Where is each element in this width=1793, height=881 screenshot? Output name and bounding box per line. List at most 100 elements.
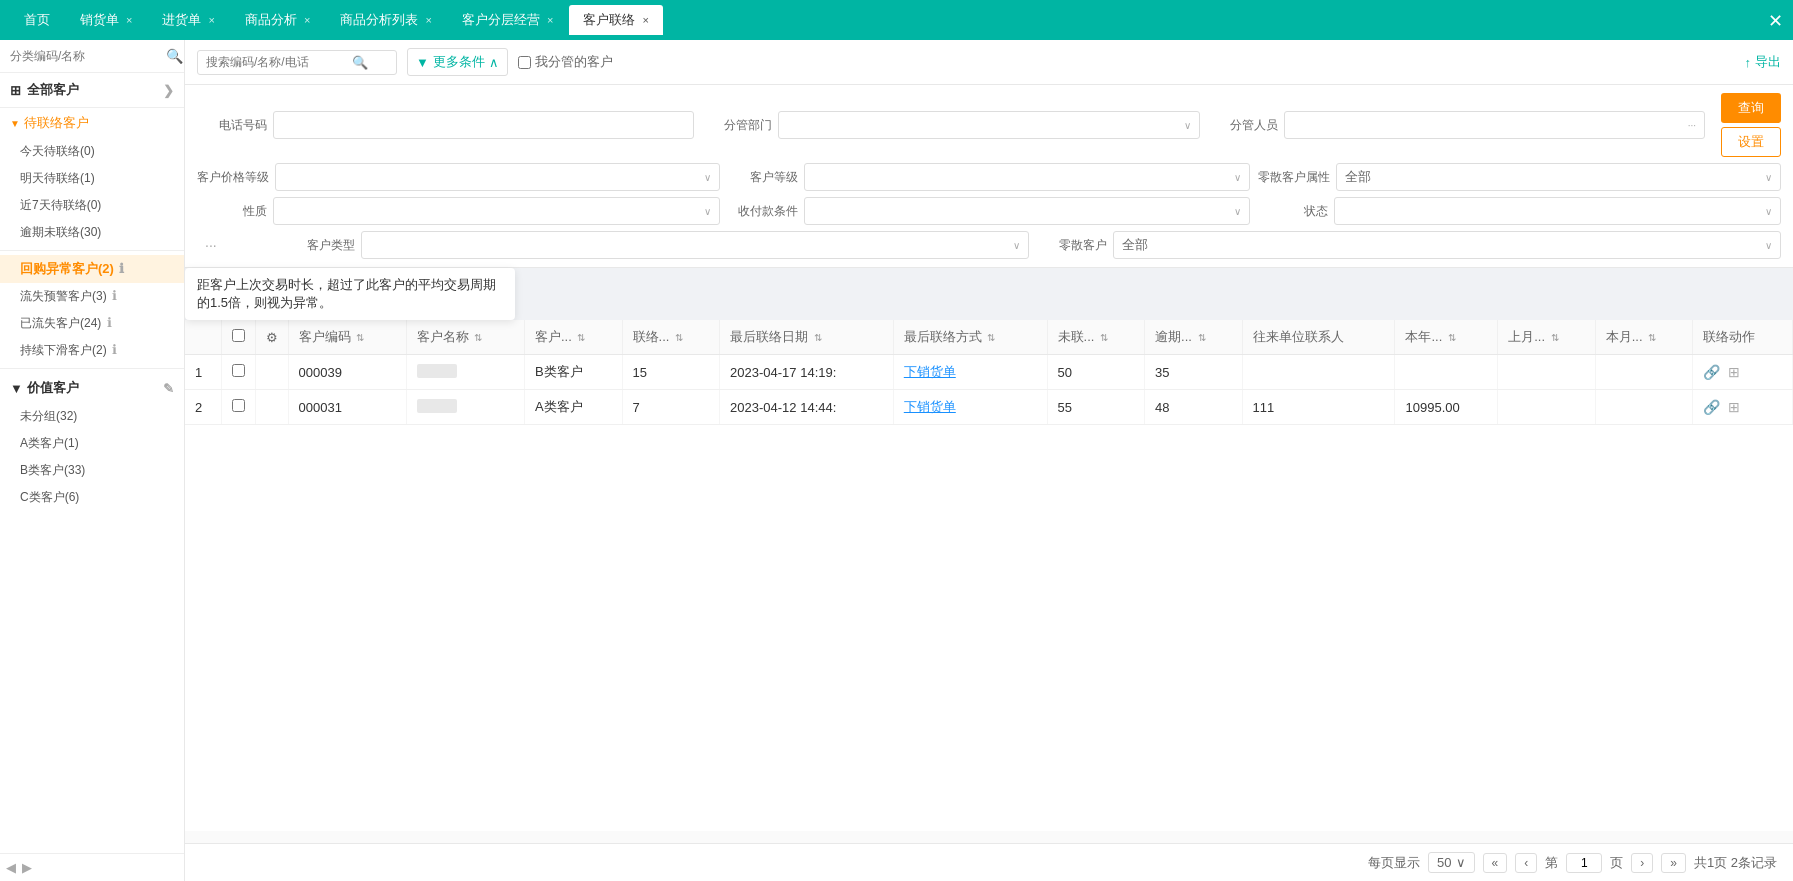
col-last-month-header: 上月... ⇅ xyxy=(1498,320,1596,355)
cell-contact: 7 xyxy=(622,390,720,425)
table-header-row: ⚙ 客户编码 ⇅ 客户名称 ⇅ 客户... ⇅ xyxy=(185,320,1793,355)
nav-item-商品分析[interactable]: 商品分析 × xyxy=(231,5,324,35)
sidebar-section-pending[interactable]: ▼ 待联络客户 xyxy=(0,108,184,138)
page-unit: 页 xyxy=(1610,854,1623,872)
select-all-checkbox[interactable] xyxy=(232,329,245,342)
sidebar-value-item[interactable]: A类客户(1) xyxy=(0,430,184,457)
retail-customer-select[interactable]: 全部 ∨ xyxy=(1113,231,1781,259)
sidebar-item-abnormal-repurchase[interactable]: 回购异常客户(2) ℹ xyxy=(0,255,184,283)
filter-dept: 分管部门 ∨ xyxy=(702,111,1199,139)
sidebar-value-item[interactable]: 未分组(32) xyxy=(0,403,184,430)
phone-input[interactable] xyxy=(273,111,694,139)
filter-status: 状态 ∨ xyxy=(1258,197,1781,225)
sidebar-pending-item[interactable]: 明天待联络(1) xyxy=(0,165,184,192)
col-index xyxy=(185,320,221,355)
nature-select[interactable]: ∨ xyxy=(273,197,720,225)
filter-icon: ▼ xyxy=(416,55,429,70)
table-row: 1000039B类客户152023-04-17 14:19:下销货单5035🔗⊞ xyxy=(185,355,1793,390)
nav-close-icon[interactable]: × xyxy=(639,14,648,26)
sidebar-search-input[interactable] xyxy=(10,49,160,63)
col-last-method-header: 最后联络方式 ⇅ xyxy=(893,320,1047,355)
sidebar-pending-item[interactable]: 逾期未联络(30) xyxy=(0,219,184,246)
last-method-link[interactable]: 下销货单 xyxy=(904,399,956,414)
sidebar-group-value-customers[interactable]: ▼ 价值客户 ✎ xyxy=(0,373,184,403)
value-customers-label: 价值客户 xyxy=(27,379,79,397)
action-link-icon[interactable]: 🔗 xyxy=(1703,364,1720,380)
sidebar-special-item[interactable]: 持续下滑客户(2) ℹ xyxy=(0,337,184,364)
nav-item-进货单[interactable]: 进货单 × xyxy=(148,5,228,35)
main-layout: 🔍 ⊞ 全部客户 ❯ ▼ 待联络客户 今天待联络(0)明天待联络(1)近7天待联… xyxy=(0,40,1793,881)
chevron-down-icon-6: ∨ xyxy=(1234,206,1241,217)
sidebar-special-item[interactable]: 已流失客户(24) ℹ xyxy=(0,310,184,337)
nav-close-icon[interactable]: × xyxy=(422,14,431,26)
query-button[interactable]: 查询 xyxy=(1721,93,1781,123)
col-settings[interactable]: ⚙ xyxy=(255,320,288,355)
set-button[interactable]: 设置 xyxy=(1721,127,1781,157)
total-label: 共1页 2条记录 xyxy=(1694,854,1777,872)
window-close-button[interactable]: ✕ xyxy=(1768,10,1783,32)
sidebar-special-item[interactable]: 流失预警客户(3) ℹ xyxy=(0,283,184,310)
page-number-input[interactable] xyxy=(1566,853,1602,873)
sidebar-pending-item[interactable]: 近7天待联络(0) xyxy=(0,192,184,219)
export-button[interactable]: ↑ 导出 xyxy=(1745,53,1782,71)
nav-close-icon[interactable]: × xyxy=(301,14,310,26)
sidebar-value-item[interactable]: C类客户(6) xyxy=(0,484,184,511)
my-customer-checkbox[interactable] xyxy=(518,56,531,69)
dept-select[interactable]: ∨ xyxy=(778,111,1199,139)
next-page-button[interactable]: › xyxy=(1631,853,1653,873)
status-select[interactable]: ∨ xyxy=(1334,197,1781,225)
my-customer-checkbox-wrap[interactable]: 我分管的客户 xyxy=(518,53,613,71)
more-options-button[interactable]: ··· xyxy=(197,233,225,257)
search-input[interactable] xyxy=(206,55,346,69)
cell-index: 2 xyxy=(185,390,221,425)
customer-type-select[interactable]: ∨ xyxy=(361,231,1029,259)
retail-attr-select[interactable]: 全部 ∨ xyxy=(1336,163,1781,191)
pending-items-list: 今天待联络(0)明天待联络(1)近7天待联络(0)逾期未联络(30) xyxy=(0,138,184,246)
more-conditions-button[interactable]: ▼ 更多条件 ∧ xyxy=(407,48,508,76)
prev-page-button[interactable]: ‹ xyxy=(1515,853,1537,873)
last-page-button[interactable]: » xyxy=(1661,853,1686,873)
expand-sidebar-icon[interactable]: ▶ xyxy=(22,860,32,875)
cell-index: 1 xyxy=(185,355,221,390)
nav-item-客户分层经营[interactable]: 客户分层经营 × xyxy=(448,5,567,35)
nav-item-商品分析列表[interactable]: 商品分析列表 × xyxy=(326,5,445,35)
last-method-link[interactable]: 下销货单 xyxy=(904,364,956,379)
nav-close-icon[interactable]: × xyxy=(123,14,132,26)
cell-code: 000039 xyxy=(288,355,406,390)
manager-select[interactable]: ··· xyxy=(1284,111,1705,139)
customer-level-select[interactable]: ∨ xyxy=(804,163,1251,191)
nav-close-icon[interactable]: × xyxy=(205,14,214,26)
sidebar-pending-item[interactable]: 今天待联络(0) xyxy=(0,138,184,165)
filter-row-2: 客户价格等级 ∨ 客户等级 ∨ 零散客户属性 全部 xyxy=(197,163,1781,191)
cell-type: A类客户 xyxy=(524,390,622,425)
nav-item-客户联络[interactable]: 客户联络 × xyxy=(569,5,662,35)
collapse-sidebar-icon[interactable]: ◀ xyxy=(6,860,16,875)
sort-icon: ⇅ xyxy=(356,332,364,343)
nav-close-icon[interactable]: × xyxy=(544,14,553,26)
nav-item-首页[interactable]: 首页 xyxy=(10,5,64,35)
price-level-select[interactable]: ∨ xyxy=(275,163,720,191)
arrow-down-icon: ▼ xyxy=(10,118,20,129)
filter-retail-customer: 零散客户 全部 ∨ xyxy=(1037,231,1781,259)
first-page-button[interactable]: « xyxy=(1483,853,1508,873)
row-checkbox[interactable] xyxy=(232,364,245,377)
info-icon: ℹ xyxy=(109,342,118,357)
retail-customer-label: 零散客户 xyxy=(1037,237,1107,254)
row-checkbox[interactable] xyxy=(232,399,245,412)
phone-label: 电话号码 xyxy=(197,117,267,134)
action-menu-icon[interactable]: ⊞ xyxy=(1728,364,1740,380)
per-page-select[interactable]: 50 ∨ xyxy=(1428,852,1474,873)
collapse-icon[interactable]: ❯ xyxy=(163,83,174,98)
sidebar-value-item[interactable]: B类客户(33) xyxy=(0,457,184,484)
col-this-year-header: 本年... ⇅ xyxy=(1395,320,1498,355)
action-link-icon[interactable]: 🔗 xyxy=(1703,399,1720,415)
cell-name xyxy=(406,355,524,390)
action-menu-icon[interactable]: ⊞ xyxy=(1728,399,1740,415)
payment-select[interactable]: ∨ xyxy=(804,197,1251,225)
edit-icon[interactable]: ✎ xyxy=(163,381,174,396)
nav-item-销货单[interactable]: 销货单 × xyxy=(66,5,146,35)
sidebar-all-customers[interactable]: ⊞ 全部客户 ❯ xyxy=(0,73,184,108)
bottom-scrollbar[interactable] xyxy=(185,831,1793,843)
cell-code: 000031 xyxy=(288,390,406,425)
table-body: 1000039B类客户152023-04-17 14:19:下销货单5035🔗⊞… xyxy=(185,355,1793,425)
